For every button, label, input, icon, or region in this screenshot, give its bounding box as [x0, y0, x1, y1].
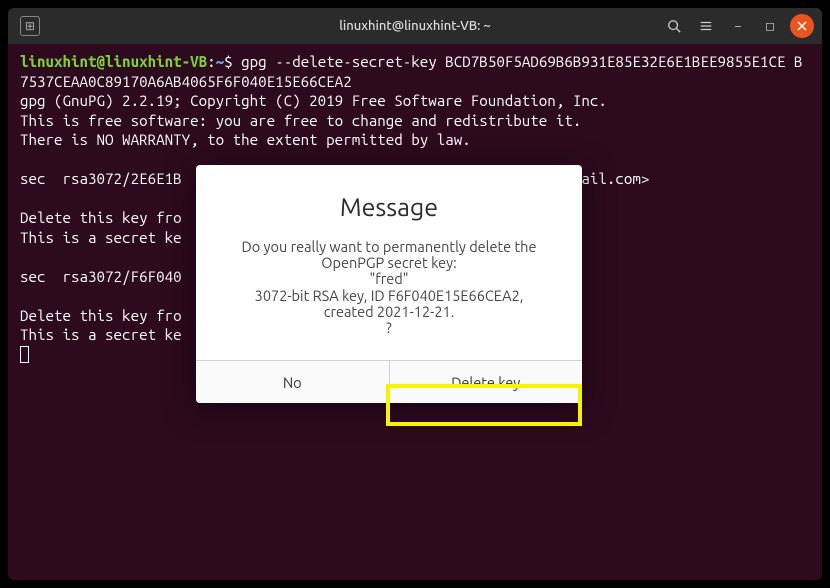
output-sec2: sec rsa3072/F6F040	[20, 268, 182, 285]
output-sec1: sec rsa3072/2E6E1B	[20, 170, 182, 187]
dialog-title: Message	[218, 193, 560, 221]
prompt-colon: :	[207, 53, 216, 70]
no-button[interactable]: No	[196, 361, 389, 403]
window-controls: – ◻	[662, 14, 814, 38]
confirmation-dialog: Message Do you really want to permanentl…	[196, 165, 582, 403]
new-tab-icon[interactable]: ⊞	[20, 16, 40, 36]
titlebar: ⊞ linuxhint@linuxhint-VB: ~ – ◻	[8, 8, 822, 44]
output-delete1: Delete this key fro	[20, 209, 182, 226]
cursor	[20, 346, 29, 363]
dialog-line3: "fred"	[218, 271, 560, 287]
dialog-content: Message Do you really want to permanentl…	[196, 165, 582, 360]
dialog-message: Do you really want to permanently delete…	[218, 239, 560, 336]
dialog-line2: OpenPGP secret key:	[218, 255, 560, 271]
search-icon[interactable]	[662, 14, 686, 38]
dialog-line1: Do you really want to permanently delete…	[218, 239, 560, 255]
minimize-button[interactable]: –	[726, 14, 750, 38]
prompt-user: linuxhint@linuxhint-VB	[20, 53, 207, 70]
delete-key-button[interactable]: Delete key	[389, 361, 583, 403]
maximize-button[interactable]: ◻	[758, 14, 782, 38]
output-delete2: Delete this key fro	[20, 307, 182, 324]
prompt-path: ~	[216, 53, 225, 70]
dialog-line6: ?	[218, 320, 560, 336]
menu-icon[interactable]	[694, 14, 718, 38]
dialog-button-row: No Delete key	[196, 360, 582, 403]
output-secret2: This is a secret ke	[20, 326, 182, 343]
close-button[interactable]	[790, 14, 814, 38]
output-no-warranty: There is NO WARRANTY, to the extent perm…	[20, 131, 471, 148]
output-secret1: This is a secret ke	[20, 229, 182, 246]
prompt-dollar: $	[224, 53, 241, 70]
output-free-software: This is free software: you are free to c…	[20, 112, 581, 129]
output-gpg-version: gpg (GnuPG) 2.2.19; Copyright (C) 2019 F…	[20, 92, 607, 109]
dialog-line4: 3072-bit RSA key, ID F6F040E15E66CEA2,	[218, 288, 560, 304]
dialog-line5: created 2021-12-21.	[218, 304, 560, 320]
